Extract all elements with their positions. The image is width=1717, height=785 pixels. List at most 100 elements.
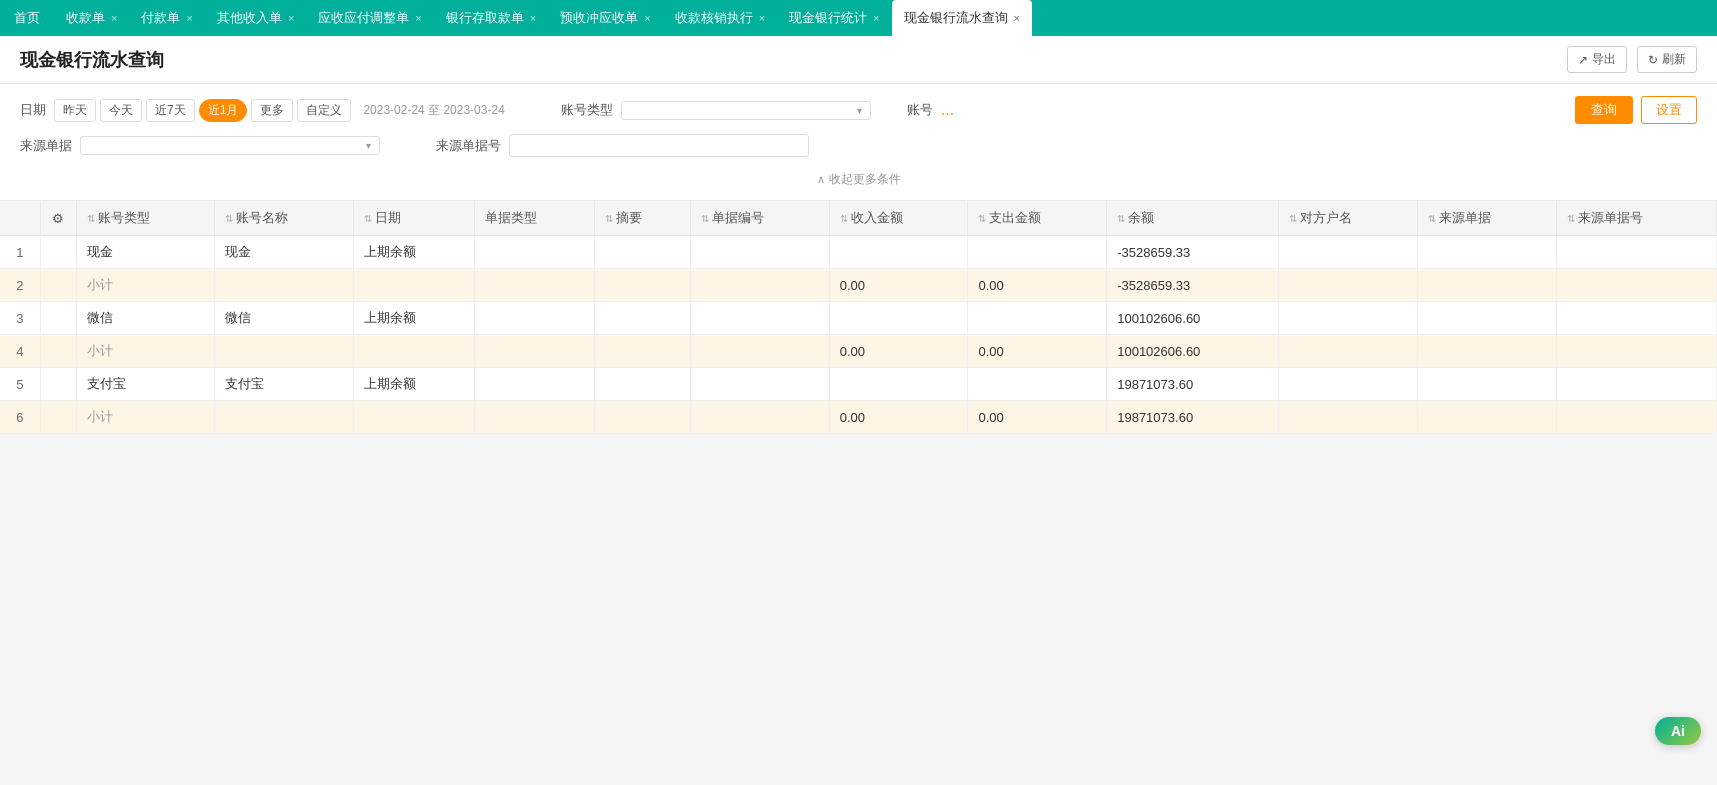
account-type-label: 账号类型 [561,101,613,119]
tab-stats[interactable]: 现金银行统计 × [777,0,891,36]
row-gear [40,335,76,368]
close-icon[interactable]: × [873,12,879,24]
account-dots-button[interactable]: ... [941,101,954,119]
col-counterpart: ⇅对方户名 [1279,201,1418,236]
cell-income [829,302,968,335]
cell-source-doc-no [1556,236,1716,269]
row-index: 2 [0,269,40,302]
cell-doc-type [474,401,595,434]
table-row: 2小计0.000.00-3528659.33 [0,269,1717,302]
date-btn-yesterday[interactable]: 昨天 [54,99,96,122]
cell-account-type: 微信 [76,302,215,335]
row-index: 1 [0,236,40,269]
col-account-name: ⇅账号名称 [215,201,354,236]
cell-source-doc-no [1556,302,1716,335]
cell-doc-no [690,335,829,368]
query-button[interactable]: 查询 [1575,96,1633,124]
chevron-up-icon: ∧ [817,173,825,186]
close-icon[interactable]: × [186,12,192,24]
data-table-container: ⚙ ⇅账号类型 ⇅账号名称 ⇅日期 单据类型 ⇅摘要 ⇅单据编号 ⇅收入金额 ⇅… [0,201,1717,434]
cell-summary [595,401,691,434]
tab-prepay[interactable]: 预收冲应收单 × [548,0,662,36]
tab-bank-deposit[interactable]: 银行存取款单 × [434,0,548,36]
refresh-icon: ↻ [1648,53,1658,67]
tab-payment[interactable]: 付款单 × [129,0,204,36]
collapse-conditions-button[interactable]: ∧ 收起更多条件 [20,167,1697,190]
date-btn-custom[interactable]: 自定义 [297,99,351,122]
cell-date: 上期余额 [354,368,475,401]
col-date: ⇅日期 [354,201,475,236]
cell-source-doc [1417,335,1556,368]
close-icon[interactable]: × [415,12,421,24]
source-doc-no-input[interactable] [509,134,809,157]
cell-source-doc-no [1556,269,1716,302]
tab-adjust[interactable]: 应收应付调整单 × [306,0,433,36]
cell-income: 0.00 [829,269,968,302]
cell-account-type: 现金 [76,236,215,269]
cell-source-doc-no [1556,335,1716,368]
cell-balance: -3528659.33 [1107,269,1279,302]
close-icon[interactable]: × [530,12,536,24]
row-gear [40,269,76,302]
page-title: 现金银行流水查询 [20,48,164,72]
col-expense: ⇅支出金额 [968,201,1107,236]
tab-other-income[interactable]: 其他收入单 × [205,0,306,36]
source-doc-select[interactable]: ▾ [80,136,380,155]
table-row: 5支付宝支付宝上期余额19871073.60 [0,368,1717,401]
tab-verify[interactable]: 收款核销执行 × [663,0,777,36]
cell-summary [595,269,691,302]
cell-source-doc [1417,302,1556,335]
table-header-row: ⚙ ⇅账号类型 ⇅账号名称 ⇅日期 单据类型 ⇅摘要 ⇅单据编号 ⇅收入金额 ⇅… [0,201,1717,236]
cell-account-type: 支付宝 [76,368,215,401]
refresh-button[interactable]: ↻ 刷新 [1637,46,1697,73]
cell-income: 0.00 [829,335,968,368]
export-button[interactable]: ↗ 导出 [1567,46,1627,73]
date-btn-7days[interactable]: 近7天 [146,99,195,122]
close-icon[interactable]: × [1014,12,1020,24]
account-type-select[interactable]: ▾ [621,101,871,120]
page-header: 现金银行流水查询 ↗ 导出 ↻ 刷新 [0,36,1717,84]
subtotal-label: 小计 [76,335,215,368]
table-row: 1现金现金上期余额-3528659.33 [0,236,1717,269]
close-icon[interactable]: × [111,12,117,24]
cell-doc-no [690,368,829,401]
date-range-display: 2023-02-24 至 2023-03-24 [363,102,504,119]
table-row: 6小计0.000.0019871073.60 [0,401,1717,434]
settings-button[interactable]: 设置 [1641,96,1697,124]
table-row: 4小计0.000.00100102606.60 [0,335,1717,368]
cell-expense [968,368,1107,401]
cell-doc-type [474,368,595,401]
cell-income [829,368,968,401]
tab-receipt[interactable]: 收款单 × [54,0,129,36]
filter-row-2: 来源单据 ▾ 来源单据号 [20,134,1697,157]
source-doc-label: 来源单据 [20,137,72,155]
top-navigation: 首页 收款单 × 付款单 × 其他收入单 × 应收应付调整单 × 银行存取款单 … [0,0,1717,36]
date-btn-1month[interactable]: 近1月 [199,99,248,122]
cell-counterpart [1279,368,1418,401]
cell-account-name [215,269,354,302]
tab-cashflow[interactable]: 现金银行流水查询 × [892,0,1032,36]
cell-account-name: 现金 [215,236,354,269]
close-icon[interactable]: × [759,12,765,24]
col-gear[interactable]: ⚙ [40,201,76,236]
cell-summary [595,236,691,269]
close-icon[interactable]: × [644,12,650,24]
cell-counterpart [1279,236,1418,269]
row-gear [40,236,76,269]
col-balance: ⇅余额 [1107,201,1279,236]
cell-balance: 19871073.60 [1107,401,1279,434]
row-index: 6 [0,401,40,434]
date-btn-more[interactable]: 更多 [251,99,293,122]
col-source-doc: ⇅来源单据 [1417,201,1556,236]
date-btn-today[interactable]: 今天 [100,99,142,122]
subtotal-label: 小计 [76,401,215,434]
cell-income: 0.00 [829,401,968,434]
home-tab[interactable]: 首页 [0,0,54,36]
cell-account-name [215,401,354,434]
close-icon[interactable]: × [288,12,294,24]
cell-source-doc [1417,368,1556,401]
cell-doc-no [690,302,829,335]
cell-date [354,269,475,302]
col-doc-no: ⇅单据编号 [690,201,829,236]
col-idx [0,201,40,236]
